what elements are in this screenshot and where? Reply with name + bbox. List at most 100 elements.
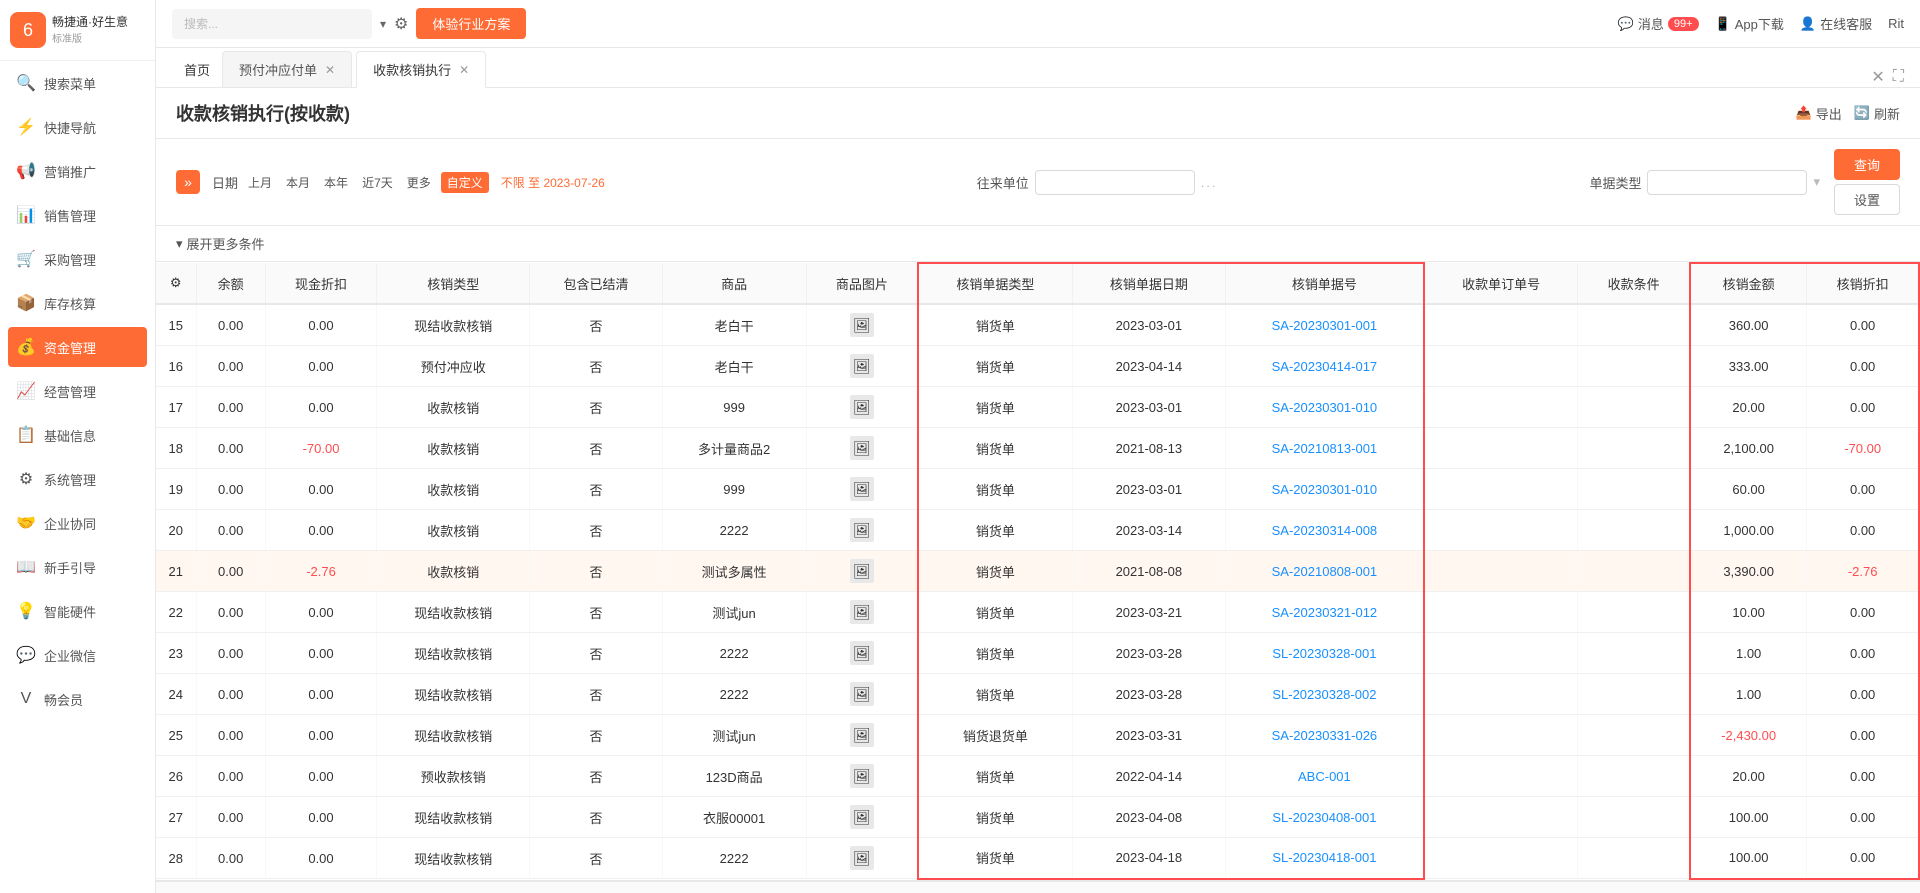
- search-dropdown-icon[interactable]: ▾: [380, 17, 386, 31]
- filter-this-year[interactable]: 本年: [320, 172, 352, 193]
- filter-voucher-type-input[interactable]: [1647, 170, 1807, 195]
- sidebar-label-5: 库存核算: [44, 294, 96, 313]
- sidebar-item-销售管理[interactable]: 📊 销售管理: [0, 193, 155, 237]
- sidebar-item-库存核算[interactable]: 📦 库存核算: [0, 281, 155, 325]
- settings-icon[interactable]: ⚙: [394, 14, 408, 34]
- message-icon: 💬: [1618, 16, 1634, 32]
- td-include-settled: 否: [530, 797, 662, 838]
- table-row: 26 0.00 0.00 预收款核销 否 123D商品 🖼 销货单 2022-0…: [156, 756, 1919, 797]
- td-verify-amount: 1.00: [1690, 633, 1807, 674]
- td-voucher-no[interactable]: SA-20210813-001: [1225, 428, 1423, 469]
- sidebar-item-资金管理[interactable]: 💰 资金管理: [8, 327, 147, 367]
- sidebar: 6 畅捷通·好生意 标准版 🔍 搜索菜单 ⚡ 快捷导航 📢 营销推广 📊 销售管…: [0, 0, 156, 893]
- export-button[interactable]: 📤 导出: [1796, 104, 1842, 123]
- logo-icon: 6: [10, 12, 46, 48]
- refresh-icon: 🔄: [1854, 105, 1870, 121]
- filter-more[interactable]: 更多: [403, 172, 435, 193]
- online-service-btn[interactable]: 👤 在线客服: [1800, 14, 1872, 33]
- filter-query-button[interactable]: 查询: [1834, 149, 1900, 180]
- filter-voucher-type-dots[interactable]: ▾: [1813, 174, 1822, 190]
- td-voucher-no[interactable]: SA-20230301-010: [1225, 387, 1423, 428]
- td-voucher-no[interactable]: SL-20230418-001: [1225, 838, 1423, 879]
- td-cash-discount: 0.00: [265, 633, 376, 674]
- tab-verify[interactable]: 收款核销执行 ✕: [356, 51, 486, 88]
- td-verify-type: 收款核销: [377, 428, 530, 469]
- search-bar[interactable]: 搜索...: [172, 9, 372, 39]
- td-voucher-type: 销货单: [918, 797, 1072, 838]
- refresh-button[interactable]: 🔄 刷新: [1854, 104, 1900, 123]
- td-voucher-no[interactable]: SA-20230321-012: [1225, 592, 1423, 633]
- sidebar-item-企业微信[interactable]: 💬 企业微信: [0, 633, 155, 677]
- filter-date-options: 上月 本月 本年 近7天 更多 自定义: [244, 172, 489, 193]
- td-include-settled: 否: [530, 633, 662, 674]
- td-product-img: 🖼: [806, 469, 918, 510]
- sidebar-item-快捷导航[interactable]: ⚡ 快捷导航: [0, 105, 155, 149]
- td-id: 28: [156, 838, 196, 879]
- sidebar-item-营销推广[interactable]: 📢 营销推广: [0, 149, 155, 193]
- filter-bar: » 日期 上月 本月 本年 近7天 更多 自定义 不限 至 2023-07-26: [156, 139, 1920, 226]
- td-product-img: 🖼: [806, 510, 918, 551]
- td-balance: 0.00: [196, 715, 265, 756]
- th-receipt-condition: 收款条件: [1578, 263, 1690, 304]
- filter-setting-button[interactable]: 设置: [1834, 184, 1900, 215]
- td-receipt-condition: [1578, 428, 1690, 469]
- th-gear[interactable]: ⚙: [156, 263, 196, 304]
- tab-prepay-close[interactable]: ✕: [325, 63, 335, 77]
- td-voucher-no[interactable]: SA-20230331-026: [1225, 715, 1423, 756]
- logo-version: 标准版: [52, 30, 128, 45]
- td-balance: 0.00: [196, 346, 265, 387]
- td-include-settled: 否: [530, 838, 662, 879]
- sidebar-item-采购管理[interactable]: 🛒 采购管理: [0, 237, 155, 281]
- app-download-btn[interactable]: 📱 App下载: [1715, 14, 1784, 33]
- td-include-settled: 否: [530, 674, 662, 715]
- td-product-img: 🖼: [806, 756, 918, 797]
- sidebar-item-畅会员[interactable]: V 畅会员: [0, 677, 155, 721]
- td-product-img: 🖼: [806, 715, 918, 756]
- td-voucher-no[interactable]: SL-20230328-002: [1225, 674, 1423, 715]
- sidebar-item-系统管理[interactable]: ⚙ 系统管理: [0, 457, 155, 501]
- td-verify-type: 现结收款核销: [377, 674, 530, 715]
- td-verify-discount: 0.00: [1807, 715, 1919, 756]
- td-voucher-no[interactable]: SA-20230301-001: [1225, 304, 1423, 346]
- td-voucher-no[interactable]: SA-20230414-017: [1225, 346, 1423, 387]
- td-voucher-no[interactable]: ABC-001: [1225, 756, 1423, 797]
- sidebar-item-搜索菜单[interactable]: 🔍 搜索菜单: [0, 61, 155, 105]
- filter-this-month[interactable]: 本月: [282, 172, 314, 193]
- sidebar-item-经营管理[interactable]: 📈 经营管理: [0, 369, 155, 413]
- filter-custom[interactable]: 自定义: [441, 172, 489, 193]
- sidebar-item-基础信息[interactable]: 📋 基础信息: [0, 413, 155, 457]
- td-verify-discount: 0.00: [1807, 838, 1919, 879]
- td-verify-type: 现结收款核销: [377, 633, 530, 674]
- message-btn[interactable]: 💬 消息 99+: [1618, 14, 1699, 33]
- td-balance: 0.00: [196, 797, 265, 838]
- user-area[interactable]: Rit: [1888, 16, 1904, 31]
- td-balance: 0.00: [196, 469, 265, 510]
- td-receipt-condition: [1578, 633, 1690, 674]
- industry-solution-button[interactable]: 体验行业方案: [416, 8, 526, 39]
- td-voucher-no[interactable]: SA-20210808-001: [1225, 551, 1423, 592]
- td-voucher-no[interactable]: SL-20230328-001: [1225, 633, 1423, 674]
- sidebar-item-智能硬件[interactable]: 💡 智能硬件: [0, 589, 155, 633]
- filter-expand-button[interactable]: »: [176, 170, 200, 194]
- tab-prepay[interactable]: 预付冲应付单 ✕: [222, 51, 352, 87]
- td-verify-discount: 0.00: [1807, 674, 1919, 715]
- window-close-icon[interactable]: ✕: [1871, 67, 1884, 87]
- filter-partner-input[interactable]: [1035, 170, 1195, 195]
- tab-verify-close[interactable]: ✕: [459, 63, 469, 77]
- export-icon: 📤: [1796, 105, 1812, 121]
- td-voucher-no[interactable]: SA-20230314-008: [1225, 510, 1423, 551]
- window-maximize-icon[interactable]: ⛶: [1893, 68, 1904, 86]
- filter-7days[interactable]: 近7天: [358, 172, 397, 193]
- td-product: 老白干: [662, 304, 806, 346]
- sidebar-label-1: 快捷导航: [44, 118, 96, 137]
- sidebar-item-企业协同[interactable]: 🤝 企业协同: [0, 501, 155, 545]
- expand-more-button[interactable]: ▾ 展开更多条件: [176, 234, 265, 253]
- td-id: 24: [156, 674, 196, 715]
- td-voucher-no[interactable]: SL-20230408-001: [1225, 797, 1423, 838]
- sidebar-item-新手引导[interactable]: 📖 新手引导: [0, 545, 155, 589]
- td-voucher-no[interactable]: SA-20230301-010: [1225, 469, 1423, 510]
- filter-partner-dots[interactable]: ...: [1201, 175, 1218, 190]
- tab-home[interactable]: 首页: [172, 52, 222, 87]
- filter-last-month[interactable]: 上月: [244, 172, 276, 193]
- page-header: 收款核销执行(按收款) 📤 导出 🔄 刷新: [156, 88, 1920, 139]
